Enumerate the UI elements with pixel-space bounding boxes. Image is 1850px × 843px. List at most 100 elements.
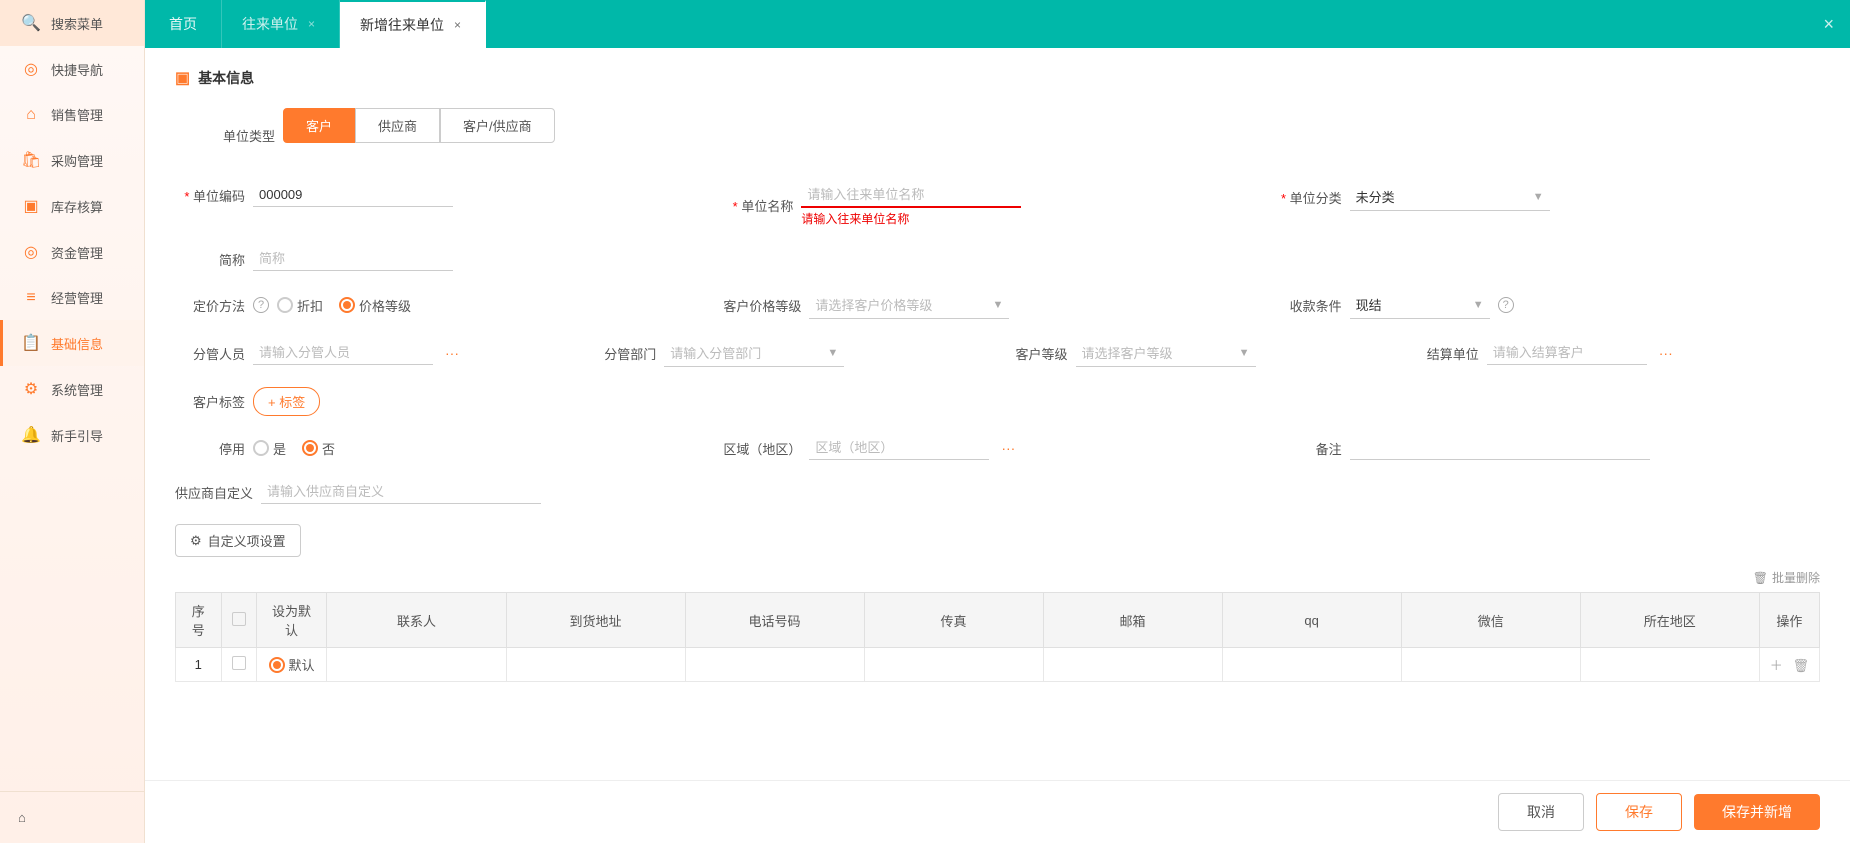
address-input[interactable] bbox=[517, 657, 675, 672]
radio-default[interactable]: 默认 bbox=[267, 655, 317, 674]
contacts-table: 序号 设为默认 联系人 到货地址 电话号码 传真 邮箱 qq 微信 所在地区 操… bbox=[175, 592, 1820, 682]
manager-more-btn[interactable]: ··· bbox=[441, 343, 463, 363]
select-all-checkbox[interactable] bbox=[232, 612, 246, 626]
guide-icon: 🔔 bbox=[21, 425, 41, 445]
payment-terms-value: 现结 bbox=[1356, 295, 1382, 314]
tab-new-counterparty[interactable]: 新增往来单位 × bbox=[340, 0, 486, 48]
batch-delete-btn[interactable]: 🗑 批量删除 bbox=[1753, 569, 1820, 586]
radio-default-circle bbox=[269, 657, 285, 673]
contact-input[interactable] bbox=[337, 657, 495, 672]
basic-icon: 📋 bbox=[21, 333, 41, 353]
custom-settings-btn[interactable]: ⚙ 自定义项设置 bbox=[175, 524, 301, 557]
sidebar-item-operations[interactable]: ≡ 经营管理 bbox=[0, 275, 144, 320]
operations-icon: ≡ bbox=[21, 289, 41, 307]
sidebar-item-search[interactable]: 🔍 搜索菜单 bbox=[0, 0, 144, 46]
email-input[interactable] bbox=[1054, 657, 1212, 672]
td-contact[interactable] bbox=[327, 648, 506, 682]
th-contact: 联系人 bbox=[327, 593, 506, 648]
department-chevron: ▼ bbox=[827, 347, 838, 359]
sidebar-item-system[interactable]: ⚙ 系统管理 bbox=[0, 366, 144, 412]
short-name-input[interactable] bbox=[253, 247, 453, 271]
region-group: 区域（地区） ··· bbox=[723, 436, 1271, 460]
manager-input[interactable] bbox=[253, 341, 433, 365]
btn-customer[interactable]: 客户 bbox=[283, 108, 355, 143]
td-row-region[interactable] bbox=[1580, 648, 1759, 682]
tab-home[interactable]: 首页 bbox=[145, 0, 222, 48]
tab-counterparty[interactable]: 往来单位 × bbox=[222, 0, 340, 48]
sidebar-footer-home[interactable]: ⌂ bbox=[0, 800, 144, 835]
settlement-unit-more-btn[interactable]: ··· bbox=[1655, 343, 1677, 363]
sidebar-item-basic[interactable]: 📋 基础信息 bbox=[0, 320, 144, 366]
radio-disabled-yes[interactable]: 是 bbox=[253, 439, 286, 458]
wechat-input[interactable] bbox=[1412, 657, 1570, 672]
disabled-group: 停用 是 否 bbox=[175, 439, 723, 458]
save-btn[interactable]: 保存 bbox=[1596, 793, 1682, 831]
customer-tag-group: 客户标签 标签 bbox=[175, 387, 1820, 416]
customer-level-chevron: ▼ bbox=[1239, 347, 1250, 359]
sidebar-item-label: 采购管理 bbox=[51, 151, 103, 170]
btn-both[interactable]: 客户/供应商 bbox=[440, 108, 555, 143]
unit-category-chevron: ▼ bbox=[1533, 191, 1544, 203]
sidebar-item-label: 新手引导 bbox=[51, 426, 103, 445]
btn-supplier[interactable]: 供应商 bbox=[355, 108, 440, 143]
radio-disabled-no[interactable]: 否 bbox=[302, 439, 335, 458]
payment-terms-group: 收款条件 现结 ▼ ? bbox=[1272, 291, 1820, 319]
row-delete-btn[interactable]: 🗑 bbox=[1792, 658, 1809, 673]
td-address[interactable] bbox=[506, 648, 685, 682]
department-select[interactable]: 请输入分管部门 ▼ bbox=[664, 339, 844, 367]
radio-discount[interactable]: 折扣 bbox=[277, 296, 323, 315]
sidebar-item-label: 基础信息 bbox=[51, 334, 103, 353]
unit-name-error: 请输入往来单位名称 bbox=[801, 210, 1021, 227]
region-more-btn[interactable]: ··· bbox=[997, 438, 1019, 458]
row-checkbox[interactable] bbox=[232, 656, 246, 670]
main-area: 首页 往来单位 × 新增往来单位 × × ▣ 基本信息 单位类型 客户 供应商 … bbox=[145, 0, 1850, 843]
unit-category-select[interactable]: 未分类 ▼ bbox=[1350, 183, 1550, 211]
section-title-text: 基本信息 bbox=[198, 68, 254, 88]
sidebar-item-guide[interactable]: 🔔 新手引导 bbox=[0, 412, 144, 458]
fax-input[interactable] bbox=[875, 657, 1033, 672]
remark-input[interactable] bbox=[1350, 436, 1650, 460]
sidebar-item-purchase[interactable]: 🛍 采购管理 bbox=[0, 137, 144, 183]
close-window-btn[interactable]: × bbox=[1807, 0, 1850, 48]
th-phone: 电话号码 bbox=[685, 593, 864, 648]
unit-code-input[interactable] bbox=[253, 183, 453, 207]
add-tag-btn[interactable]: 标签 bbox=[253, 387, 320, 416]
system-icon: ⚙ bbox=[21, 379, 41, 399]
customer-price-level-select[interactable]: 请选择客户价格等级 ▼ bbox=[809, 291, 1009, 319]
th-checkbox[interactable] bbox=[221, 593, 256, 648]
pricing-help-icon[interactable]: ? bbox=[253, 297, 269, 313]
supplier-custom-input[interactable] bbox=[261, 480, 541, 504]
region-input[interactable] bbox=[809, 436, 989, 460]
tab-counterparty-close[interactable]: × bbox=[304, 15, 319, 33]
row-add-btn[interactable]: ＋ bbox=[1770, 658, 1783, 673]
sidebar-item-finance[interactable]: ◎ 资金管理 bbox=[0, 229, 144, 275]
table-actions: 🗑 批量删除 bbox=[175, 569, 1820, 586]
cancel-btn[interactable]: 取消 bbox=[1498, 793, 1584, 831]
td-checkbox[interactable] bbox=[221, 648, 256, 682]
row-region-input[interactable] bbox=[1591, 657, 1749, 672]
td-phone[interactable] bbox=[685, 648, 864, 682]
save-new-btn[interactable]: 保存并新增 bbox=[1694, 794, 1820, 830]
sidebar-item-label: 库存核算 bbox=[51, 197, 103, 216]
manager-group: 分管人员 ··· bbox=[175, 341, 586, 365]
supplier-custom-label: 供应商自定义 bbox=[175, 483, 253, 502]
sidebar-item-sales[interactable]: ⌂ 销售管理 bbox=[0, 92, 144, 137]
tab-new-counterparty-close[interactable]: × bbox=[450, 16, 465, 34]
customer-level-select[interactable]: 请选择客户等级 ▼ bbox=[1076, 339, 1256, 367]
td-fax[interactable] bbox=[864, 648, 1043, 682]
sidebar-item-inventory[interactable]: ▣ 库存核算 bbox=[0, 183, 144, 229]
unit-code-label: 单位编码 bbox=[175, 186, 245, 205]
th-email: 邮箱 bbox=[1043, 593, 1222, 648]
settlement-unit-input[interactable] bbox=[1487, 341, 1647, 365]
radio-level[interactable]: 价格等级 bbox=[339, 296, 411, 315]
td-email[interactable] bbox=[1043, 648, 1222, 682]
sidebar-item-quick-nav[interactable]: ◎ 快捷导航 bbox=[0, 46, 144, 92]
phone-input[interactable] bbox=[696, 657, 854, 672]
payment-terms-select[interactable]: 现结 ▼ bbox=[1350, 291, 1490, 319]
qq-input[interactable] bbox=[1233, 657, 1391, 672]
radio-default-label: 默认 bbox=[289, 655, 315, 674]
payment-terms-help-icon[interactable]: ? bbox=[1498, 297, 1514, 313]
td-qq[interactable] bbox=[1222, 648, 1401, 682]
unit-name-input[interactable] bbox=[801, 183, 1021, 208]
td-wechat[interactable] bbox=[1401, 648, 1580, 682]
